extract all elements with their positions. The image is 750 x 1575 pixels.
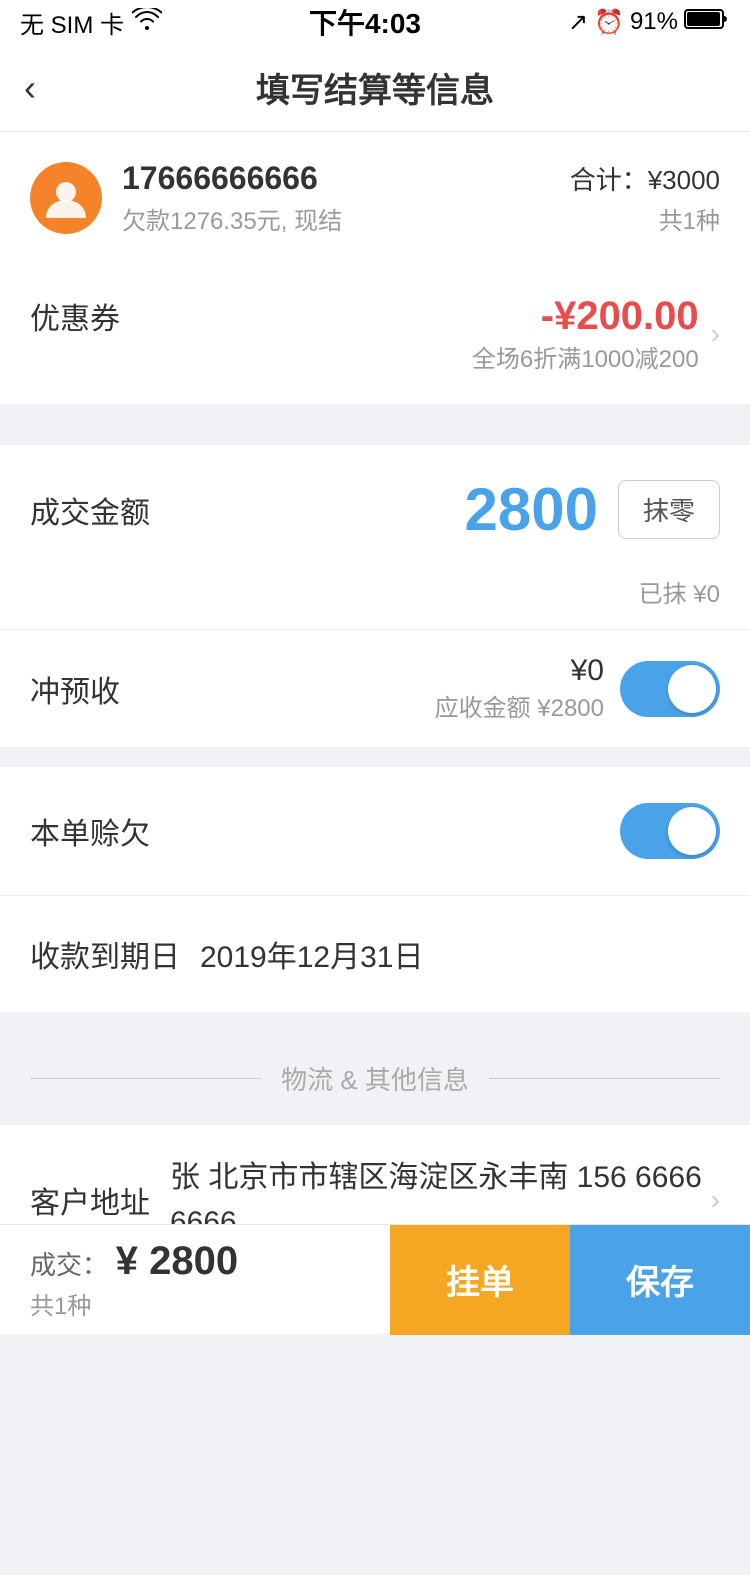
deal-amount-right: 2800 抹零 <box>465 475 721 544</box>
summary-amount: ¥ 2800 <box>116 1239 238 1283</box>
location-icon: ↗ <box>568 8 588 37</box>
precharge-amount-col: ¥0 应收金额 ¥2800 <box>435 654 604 723</box>
bottom-bar: 成交： ¥ 2800 共1种 挂单 保存 <box>0 1224 750 1334</box>
back-button[interactable]: ‹ <box>24 67 36 109</box>
customer-left: 17666666666 欠款1276.35元, 现结 <box>30 160 342 236</box>
logistics-header: 物流 & 其他信息 <box>0 1032 750 1125</box>
deal-amount-sub: 已抹 ¥0 <box>0 574 750 629</box>
alarm-icon: ⏰ <box>594 8 624 37</box>
wifi-icon <box>132 8 162 37</box>
due-date-value: 2019年12月31日 <box>200 932 423 976</box>
precharge-row: 冲预收 ¥0 应收金额 ¥2800 <box>0 629 750 747</box>
precharge-sub: 应收金额 ¥2800 <box>435 688 604 723</box>
due-date-label: 收款到期日 <box>30 932 180 976</box>
section-divider-3 <box>0 1012 750 1032</box>
precharge-amount: ¥0 <box>435 654 604 688</box>
customer-info-row: 17666666666 欠款1276.35元, 现结 合计：¥3000 共1种 <box>0 132 750 264</box>
coupon-label: 优惠券 <box>30 294 120 338</box>
debit-row: 本单赊欠 <box>0 767 750 895</box>
total-amount: 合计：¥3000 <box>570 160 720 197</box>
deal-amount-row: 成交金额 2800 抹零 <box>0 445 750 574</box>
coupon-discount: -¥200.00 <box>472 294 699 339</box>
nav-bar: ‹ 填写结算等信息 <box>0 44 750 132</box>
logistics-line-right <box>489 1078 720 1079</box>
customer-details: 17666666666 欠款1276.35元, 现结 <box>122 160 342 236</box>
bottom-summary: 成交： ¥ 2800 共1种 <box>0 1239 390 1321</box>
status-time: 下午4:03 <box>309 2 421 42</box>
summary-deal-label: 成交： <box>30 1250 108 1280</box>
customer-phone: 17666666666 <box>122 160 342 197</box>
section-divider-1 <box>0 425 750 445</box>
customer-total: 合计：¥3000 共1种 <box>570 160 720 236</box>
save-button[interactable]: 保存 <box>570 1225 750 1335</box>
summary-deal-line: 成交： ¥ 2800 <box>30 1239 360 1284</box>
coupon-description: 全场6折满1000减200 <box>472 339 699 374</box>
battery-icon <box>684 7 730 38</box>
due-date-row: 收款到期日 2019年12月31日 <box>0 895 750 1012</box>
page-title: 填写结算等信息 <box>256 63 494 112</box>
status-left: 无 SIM 卡 <box>20 5 162 40</box>
hang-button[interactable]: 挂单 <box>390 1225 570 1335</box>
coupon-row[interactable]: 优惠券 -¥200.00 全场6折满1000减200 › <box>0 264 750 405</box>
precharge-right: ¥0 应收金额 ¥2800 <box>435 654 720 723</box>
debit-label: 本单赊欠 <box>30 809 150 853</box>
address-label: 客户地址 <box>30 1178 150 1222</box>
status-bar: 无 SIM 卡 下午4:03 ↗ ⏰ 91% <box>0 0 750 44</box>
customer-debt: 欠款1276.35元, 现结 <box>122 201 342 236</box>
precharge-label: 冲预收 <box>30 667 120 711</box>
content: 17666666666 欠款1276.35元, 现结 合计：¥3000 共1种 … <box>0 132 750 1575</box>
precharge-toggle[interactable] <box>620 661 720 717</box>
summary-count: 共1种 <box>30 1286 360 1321</box>
logistics-title: 物流 & 其他信息 <box>281 1060 469 1097</box>
deal-amount-value: 2800 <box>465 475 598 544</box>
deal-amount-section: 成交金额 2800 抹零 已抹 ¥0 <box>0 445 750 629</box>
round-zero-button[interactable]: 抹零 <box>618 480 720 539</box>
total-count: 共1种 <box>570 201 720 236</box>
logistics-line-left <box>30 1078 261 1079</box>
coupon-chevron-icon: › <box>711 318 720 350</box>
status-right: ↗ ⏰ 91% <box>568 7 730 38</box>
deal-amount-label: 成交金额 <box>30 488 150 532</box>
sim-status: 无 SIM 卡 <box>20 5 124 40</box>
avatar <box>30 162 102 234</box>
debit-toggle[interactable] <box>620 803 720 859</box>
battery-percent: 91% <box>630 8 678 36</box>
section-divider-2 <box>0 747 750 767</box>
address-chevron-icon: › <box>711 1184 720 1216</box>
